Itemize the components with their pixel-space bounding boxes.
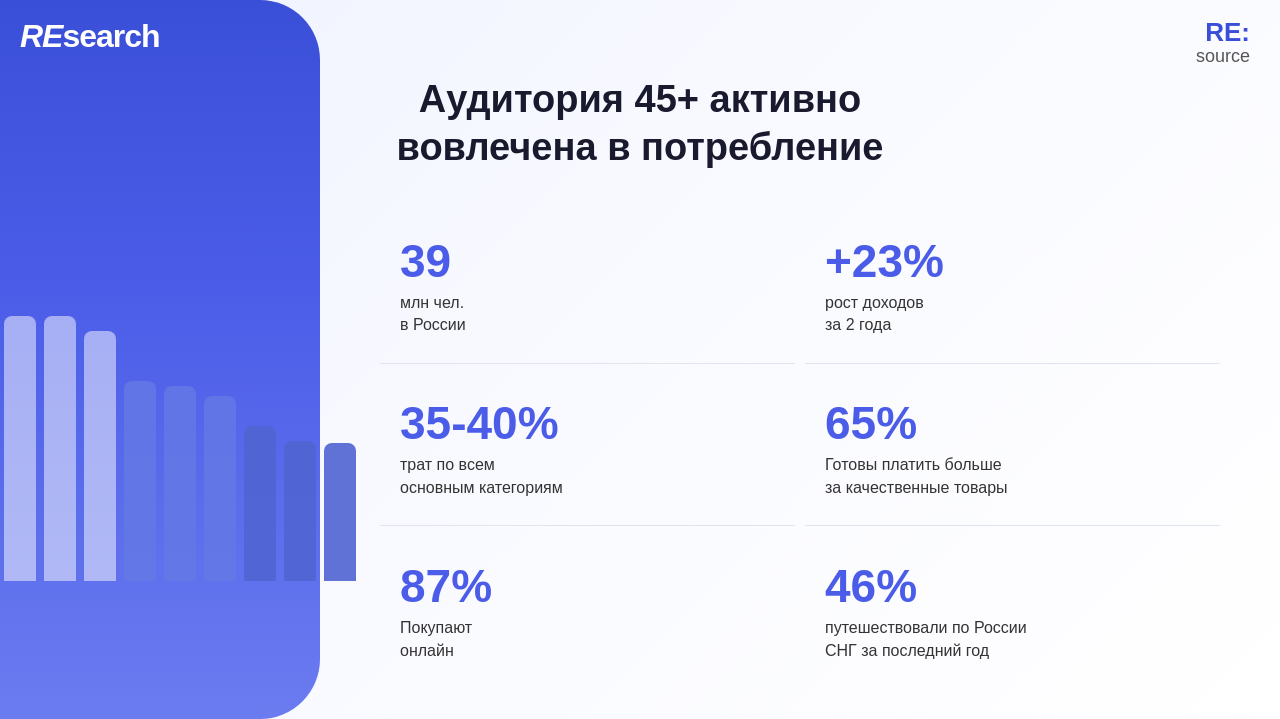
resource-re-label: RE: bbox=[1205, 18, 1250, 47]
stat-cell-1: +23% рост доходовза 2 года bbox=[805, 211, 1220, 364]
stat-number-0: 39 bbox=[400, 238, 775, 284]
chart-bar bbox=[324, 443, 356, 581]
stat-desc-5: путешествовали по РоссииСНГ за последний… bbox=[825, 617, 1200, 662]
chart-bar bbox=[124, 381, 156, 581]
chart-area bbox=[0, 191, 320, 611]
chart-bar bbox=[204, 396, 236, 581]
stat-number-3: 65% bbox=[825, 400, 1200, 446]
chart-bar bbox=[164, 386, 196, 581]
stat-number-5: 46% bbox=[825, 563, 1200, 609]
chart-bar bbox=[244, 426, 276, 581]
chart-bar bbox=[44, 316, 76, 581]
stat-cell-4: 87% Покупаютонлайн bbox=[380, 536, 795, 689]
stat-number-2: 35-40% bbox=[400, 400, 775, 446]
stat-cell-2: 35-40% трат по всемосновным категориям bbox=[380, 374, 795, 527]
chart-bar bbox=[4, 316, 36, 581]
title-line1: Аудитория 45+ активно bbox=[419, 78, 861, 120]
main-title: Аудитория 45+ активно вовлечена в потреб… bbox=[320, 76, 960, 171]
header: REsearch RE: source bbox=[0, 0, 1280, 66]
stat-desc-1: рост доходовза 2 года bbox=[825, 292, 1200, 337]
stat-desc-0: млн чел.в России bbox=[400, 292, 775, 337]
stat-number-4: 87% bbox=[400, 563, 775, 609]
logo-re-italic: RE bbox=[20, 18, 62, 54]
logo-search-text: search bbox=[62, 18, 159, 54]
logo-resource: RE: source bbox=[1196, 18, 1250, 66]
title-section: Аудитория 45+ активно вовлечена в потреб… bbox=[0, 76, 1280, 171]
stat-desc-2: трат по всемосновным категориям bbox=[400, 454, 775, 499]
stat-desc-4: Покупаютонлайн bbox=[400, 617, 775, 662]
stat-cell-0: 39 млн чел.в России bbox=[380, 211, 795, 364]
stat-cell-3: 65% Готовы платить большеза качественные … bbox=[805, 374, 1220, 527]
logo-research: REsearch bbox=[20, 18, 160, 55]
stats-grid: 39 млн чел.в России +23% рост доходовза 2 г… bbox=[320, 191, 1280, 719]
stat-desc-3: Готовы платить большеза качественные тов… bbox=[825, 454, 1200, 499]
resource-source-label: source bbox=[1196, 47, 1250, 67]
title-line2: вовлечена в потребление bbox=[397, 126, 884, 168]
chart-bar bbox=[284, 441, 316, 581]
main-content: 39 млн чел.в России +23% рост доходовза 2 г… bbox=[0, 191, 1280, 719]
chart-bar bbox=[84, 331, 116, 581]
stat-cell-5: 46% путешествовали по РоссииСНГ за послед… bbox=[805, 536, 1220, 689]
page: REsearch RE: source Аудитория 45+ активн… bbox=[0, 0, 1280, 719]
stat-number-1: +23% bbox=[825, 238, 1200, 284]
